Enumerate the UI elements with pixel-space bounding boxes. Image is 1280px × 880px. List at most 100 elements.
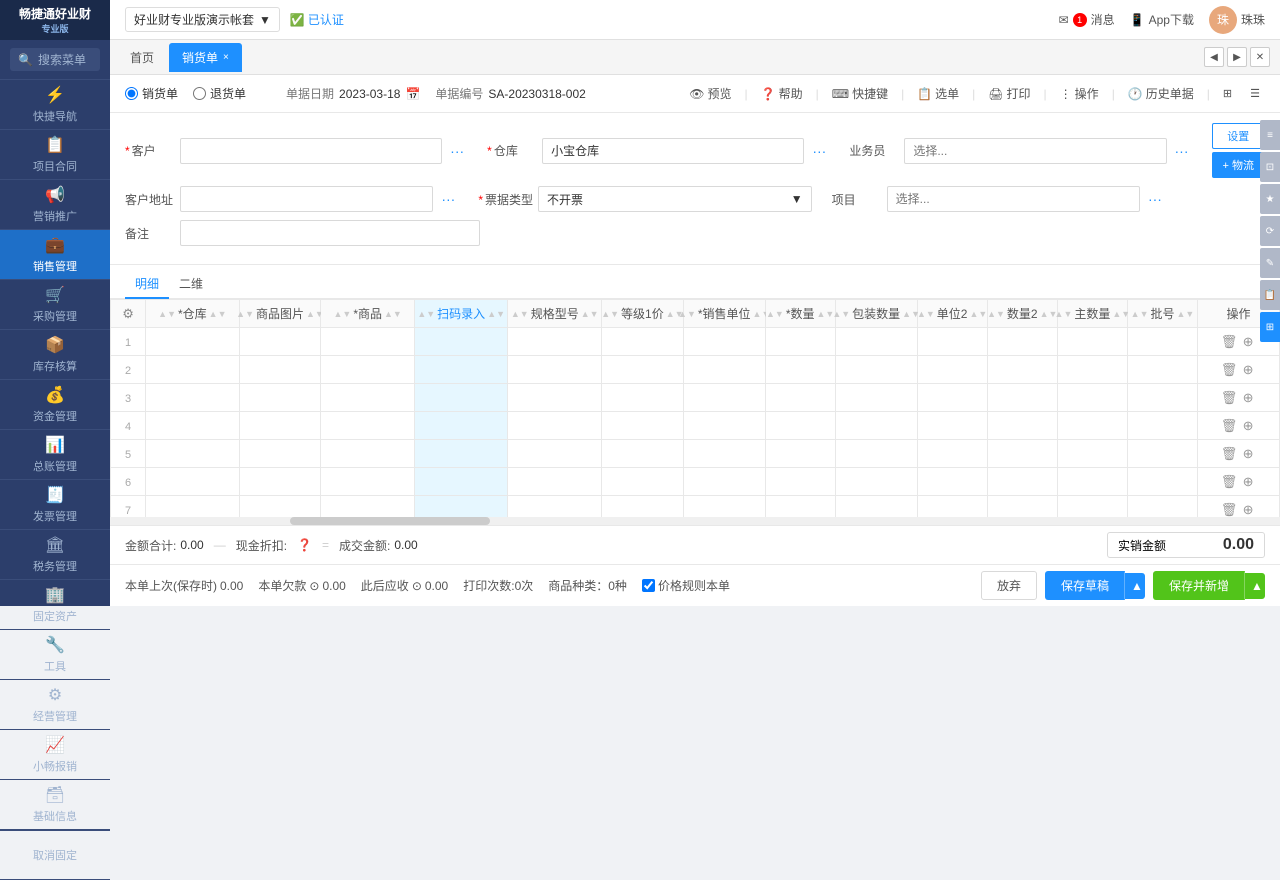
shortcut-btn[interactable]: ⌨ 快捷键 (827, 83, 893, 104)
sort-icon-barcode[interactable]: ▲▼ (417, 311, 435, 317)
sidebar-item-sales[interactable]: 💼 销售管理 (0, 230, 110, 280)
sort-icon-packqty[interactable]: ▲▼ (832, 311, 850, 317)
tab-erwei[interactable]: 二维 (169, 270, 213, 299)
project-ellipsis[interactable]: ··· (1145, 191, 1165, 207)
radio-sales[interactable]: 销货单 (125, 85, 178, 102)
sort-icon-price1[interactable]: ▲▼ (601, 311, 619, 317)
sort-icon-batch[interactable]: ▲▼ (1131, 311, 1149, 317)
customer-input[interactable] (180, 138, 442, 164)
row-copy-3[interactable]: ⊕ (1240, 390, 1256, 406)
row-copy-2[interactable]: ⊕ (1240, 362, 1256, 378)
sidebar-item-ops[interactable]: ⚙ 经营管理 (0, 680, 110, 730)
sidebar-item-reports[interactable]: 📈 小畅报销 (0, 730, 110, 780)
sidebar-search[interactable]: 🔍 搜索菜单 (0, 40, 110, 80)
history-btn[interactable]: 🕐 历史单据 (1123, 83, 1199, 104)
message-action[interactable]: ✉ 1 消息 (1059, 11, 1115, 28)
user-profile[interactable]: 珠 珠珠 (1209, 6, 1265, 34)
edge-btn-2[interactable]: ⊡ (1260, 152, 1280, 182)
sort-icon-spec[interactable]: ▲▼ (511, 311, 529, 317)
row-delete-7[interactable]: 🗑 (1221, 502, 1237, 518)
sort-right-warehouse[interactable]: ▲▼ (209, 311, 227, 317)
row-copy-1[interactable]: ⊕ (1240, 334, 1256, 350)
row-copy-7[interactable]: ⊕ (1240, 502, 1256, 518)
save-draft-dropdown-btn[interactable]: ▲ (1125, 573, 1145, 599)
sidebar-item-purchase[interactable]: 🛒 采购管理 (0, 280, 110, 330)
app-download-action[interactable]: 📱 App下载 (1130, 11, 1194, 28)
sort-right-spec[interactable]: ▲▼ (581, 311, 599, 317)
address-ellipsis[interactable]: ··· (438, 191, 458, 207)
help-btn[interactable]: ❓ 帮助 (756, 83, 808, 104)
price-check-label[interactable]: 价格规则本单 (642, 577, 730, 594)
sidebar-item-tools[interactable]: 🔧 工具 (0, 630, 110, 680)
layout-btn2[interactable]: ☰ (1245, 85, 1265, 102)
preview-btn[interactable]: 👁 预览 (684, 83, 736, 104)
row-delete-3[interactable]: 🗑 (1221, 390, 1237, 406)
tab-close-btn[interactable]: ✕ (1250, 47, 1270, 67)
sort-icon-qty[interactable]: ▲▼ (766, 311, 784, 317)
sidebar-item-project[interactable]: 📋 项目合同 (0, 130, 110, 180)
row-delete-4[interactable]: 🗑 (1221, 418, 1237, 434)
remark-input[interactable] (180, 220, 480, 246)
operation-btn[interactable]: ⋮ 操作 (1055, 83, 1104, 104)
sort-right-unit2[interactable]: ▲▼ (969, 311, 987, 317)
sort-icon-qty2[interactable]: ▲▼ (987, 311, 1005, 317)
sort-icon-image[interactable]: ▲▼ (236, 311, 254, 317)
settings-btn[interactable]: 设置 (1212, 123, 1265, 149)
tab-home[interactable]: 首页 (120, 44, 164, 71)
warehouse-ellipsis[interactable]: ··· (809, 143, 829, 159)
th-settings[interactable]: ⚙ (111, 300, 146, 328)
sort-icon-unit[interactable]: ▲▼ (678, 311, 696, 317)
row-delete-5[interactable]: 🗑 (1221, 446, 1237, 462)
edge-btn-5[interactable]: ✎ (1260, 248, 1280, 278)
sidebar-item-quicknav[interactable]: ⚡ 快捷导航 (0, 80, 110, 130)
radio-return-input[interactable] (193, 87, 206, 100)
settings-gear-icon[interactable]: ⚙ (122, 306, 134, 321)
sidebar-item-accounts[interactable]: 📊 总账管理 (0, 430, 110, 480)
help-icon-item[interactable]: ❓ (297, 538, 312, 552)
save-draft-btn[interactable]: 保存草稿 (1045, 571, 1125, 600)
sidebar-item-invoice[interactable]: 🧾 发票管理 (0, 480, 110, 530)
tab-prev-btn[interactable]: ◀ (1204, 47, 1224, 67)
save-new-btn[interactable]: 保存并新增 (1153, 571, 1245, 600)
edge-btn-1[interactable]: ≡ (1260, 120, 1280, 150)
sort-icon-warehouse[interactable]: ▲▼ (158, 311, 176, 317)
sidebar-item-basic[interactable]: 🗃 基础信息 (0, 780, 110, 830)
horizontal-scrollbar[interactable] (110, 517, 1280, 525)
row-delete-6[interactable]: 🗑 (1221, 474, 1237, 490)
edge-btn-6[interactable]: 📋 (1260, 280, 1280, 310)
tab-sales-order[interactable]: 销货单 × (169, 43, 242, 72)
tab-close-icon[interactable]: × (223, 52, 229, 63)
sidebar-item-marketing[interactable]: 📢 营销推广 (0, 180, 110, 230)
address-input[interactable] (180, 186, 433, 212)
sidebar-item-assets[interactable]: 🏢 固定资产 (0, 580, 110, 630)
price-check-input[interactable] (642, 579, 655, 592)
calendar-icon[interactable]: 📅 (405, 87, 420, 101)
row-copy-5[interactable]: ⊕ (1240, 446, 1256, 462)
edge-btn-4[interactable]: ⟳ (1260, 216, 1280, 246)
radio-return[interactable]: 退货单 (193, 85, 246, 102)
edge-btn-active[interactable]: ⊞ (1260, 312, 1280, 342)
company-selector[interactable]: 好业财专业版演示帐套 ▼ (125, 7, 280, 32)
sort-icon-product[interactable]: ▲▼ (334, 311, 352, 317)
warehouse-input[interactable] (542, 138, 804, 164)
layout-btn1[interactable]: ⊞ (1218, 85, 1237, 102)
edge-btn-3[interactable]: ★ (1260, 184, 1280, 214)
staff-input[interactable] (904, 138, 1166, 164)
select-btn[interactable]: 📋 选单 (912, 83, 964, 104)
sidebar-item-inventory[interactable]: 📦 库存核算 (0, 330, 110, 380)
scrollbar-thumb[interactable] (290, 517, 490, 525)
sidebar-item-funds[interactable]: 💰 资金管理 (0, 380, 110, 430)
sort-icon-mainqty[interactable]: ▲▼ (1055, 311, 1073, 317)
row-delete-1[interactable]: 🗑 (1221, 334, 1237, 350)
sidebar-item-cancel-fixed[interactable]: 取消固定 (0, 830, 110, 880)
customer-ellipsis[interactable]: ··· (447, 143, 467, 159)
sidebar-item-tax[interactable]: 🏛 税务管理 (0, 530, 110, 580)
print-btn[interactable]: 🖨 打印 (983, 83, 1035, 104)
row-delete-2[interactable]: 🗑 (1221, 362, 1237, 378)
invoice-select[interactable]: 不开票 ▼ (538, 186, 812, 212)
sort-icon-unit2[interactable]: ▲▼ (917, 311, 935, 317)
tab-mingxi[interactable]: 明细 (125, 270, 169, 299)
row-copy-4[interactable]: ⊕ (1240, 418, 1256, 434)
staff-ellipsis[interactable]: ··· (1172, 143, 1192, 159)
add-logistics-btn[interactable]: + 物流 (1212, 152, 1265, 178)
